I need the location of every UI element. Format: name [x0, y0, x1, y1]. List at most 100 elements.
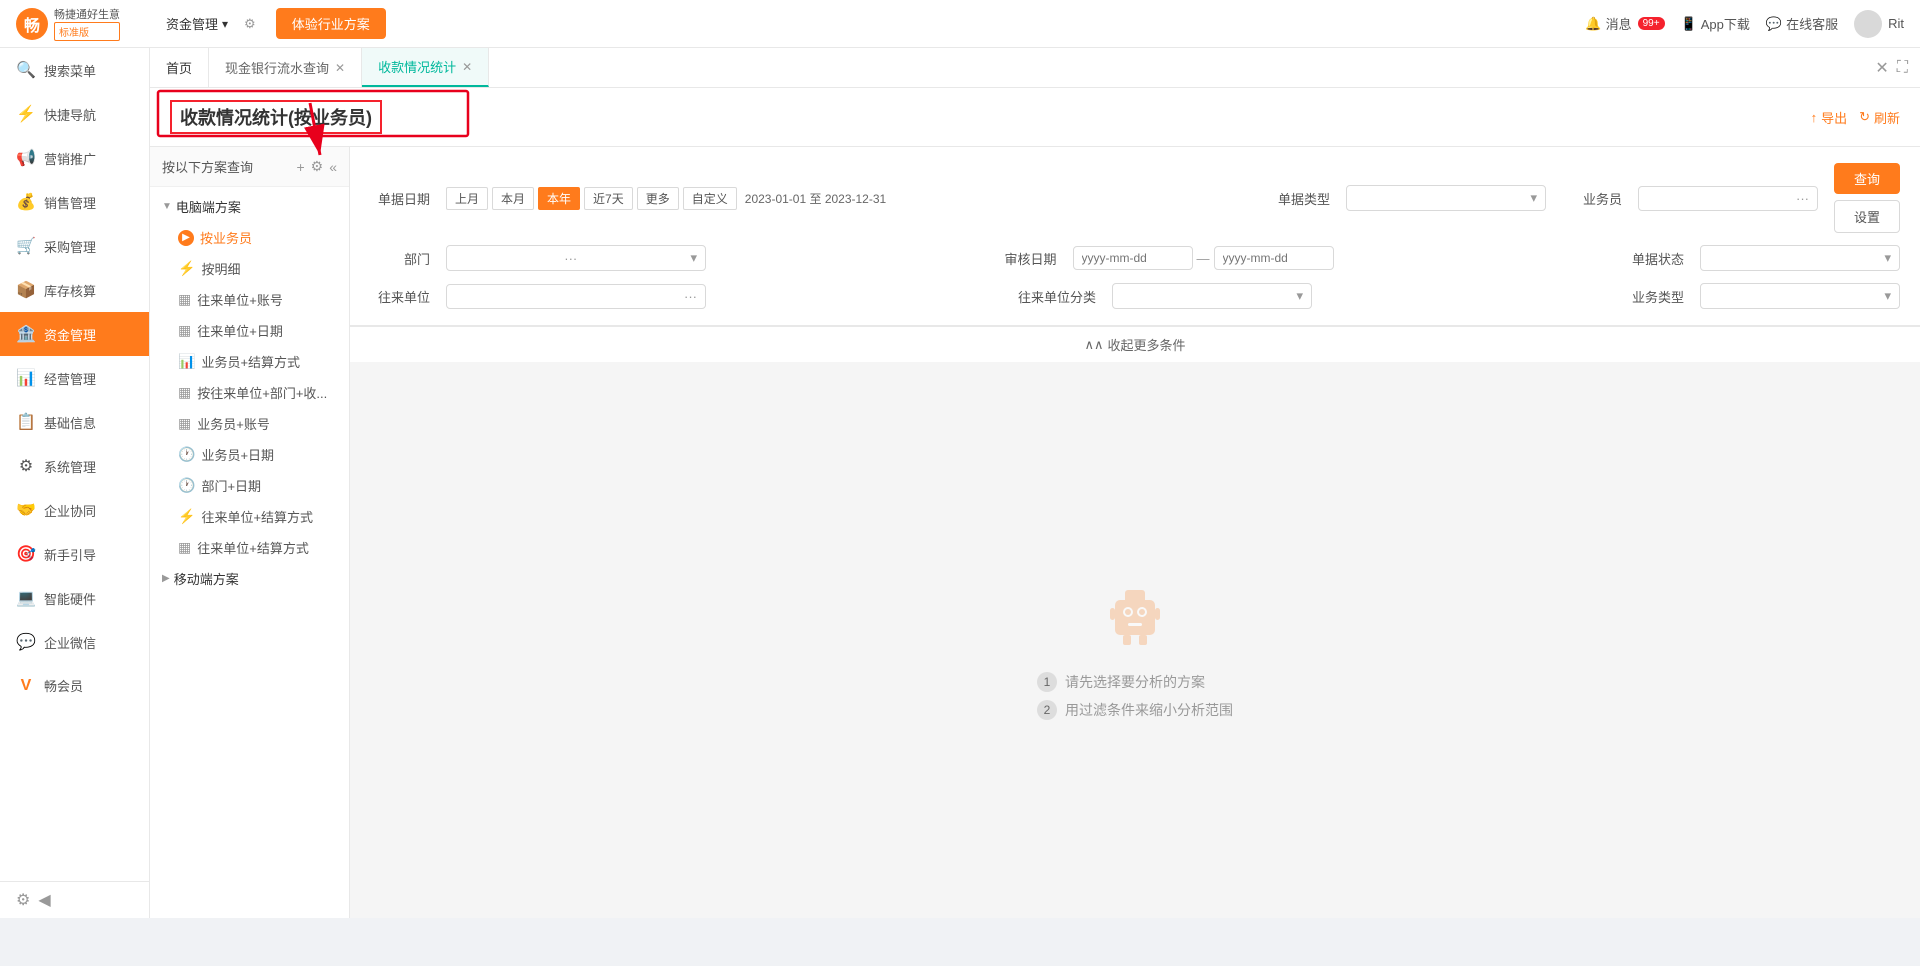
scheme-item-dept-date[interactable]: 🕐 部门+日期 [150, 470, 349, 501]
review-date-start[interactable] [1073, 246, 1193, 270]
partner-dots: ··· [684, 289, 697, 304]
collapse-more-btn[interactable]: ∧∧ 收起更多条件 [350, 326, 1920, 362]
query-button[interactable]: 查询 [1834, 163, 1900, 194]
date-btn-last-month[interactable]: 上月 [446, 187, 488, 210]
date-btn-7days[interactable]: 近7天 [584, 187, 633, 210]
operation-icon: 📊 [16, 368, 36, 388]
export-button[interactable]: ↑ 导出 [1811, 108, 1848, 127]
notification-badge: 99+ [1638, 17, 1665, 30]
scheme-add-btn[interactable]: + [296, 159, 304, 175]
sidebar-item-enterprise[interactable]: 🤝 企业协同 [0, 488, 149, 532]
partner-select[interactable]: ··· [446, 284, 706, 309]
doc-type-chevron: ▾ [1530, 190, 1537, 206]
scheme-item-partner-dept[interactable]: ▦ 按往来单位+部门+收... [150, 377, 349, 408]
header-gear-icon[interactable]: ⚙ [244, 16, 256, 32]
sidebar-item-inventory[interactable]: 📦 库存核算 [0, 268, 149, 312]
scheme-item-detail[interactable]: ⚡ 按明细 [150, 253, 349, 284]
quicknav-icon: ⚡ [16, 104, 36, 124]
scheme-item-partner-account[interactable]: ▦ 往来单位+账号 [150, 284, 349, 315]
step-2-num: 2 [1037, 700, 1057, 720]
sidebar-item-search[interactable]: 🔍 搜索菜单 [0, 48, 149, 92]
date-dash1: — [1197, 251, 1210, 266]
app-name: 畅捷通好生意 [54, 6, 120, 22]
user-avatar-area[interactable]: Rit [1854, 10, 1904, 38]
scheme-item-detail-label: 按明细 [201, 259, 240, 278]
sidebar-item-sales[interactable]: 💰 销售管理 [0, 180, 149, 224]
breadcrumb-chevron[interactable]: ▾ [222, 17, 228, 31]
dept-date-icon: 🕐 [178, 477, 195, 494]
tab-bank-close[interactable]: ✕ [335, 61, 345, 75]
tab-receipt-label: 收款情况统计 [378, 57, 456, 76]
online-service-btn[interactable]: 💬 在线客服 [1766, 14, 1838, 33]
sidebar-item-hardware[interactable]: 💻 智能硬件 [0, 576, 149, 620]
tab-close-all-icon[interactable]: ✕ [1875, 58, 1888, 78]
sidebar-settings-icon[interactable]: ⚙ [16, 890, 30, 910]
refresh-icon: ↻ [1859, 109, 1870, 125]
scheme-item-partner-date[interactable]: ▦ 往来单位+日期 [150, 315, 349, 346]
sidebar-item-capital[interactable]: 🏦 资金管理 [0, 312, 149, 356]
empty-step-1: 1 请先选择要分析的方案 [1037, 672, 1233, 692]
scheme-item-partner-settle1[interactable]: ⚡ 往来单位+结算方式 [150, 501, 349, 532]
content-area: 首页 现金银行流水查询 ✕ 收款情况统计 ✕ ✕ ⛶ 收款情况统计(按业务员) [150, 48, 1920, 918]
scheme-group-desktop[interactable]: ▼ 电脑端方案 [150, 191, 349, 222]
dept-chevron: ▾ [690, 250, 697, 266]
sidebar-item-vip[interactable]: V 畅会员 [0, 664, 149, 707]
setting-button[interactable]: 设置 [1834, 200, 1900, 233]
date-btn-this-month[interactable]: 本月 [492, 187, 534, 210]
refresh-button[interactable]: ↻ 刷新 [1859, 108, 1900, 127]
sidebar-item-guide[interactable]: 🎯 新手引导 [0, 532, 149, 576]
doc-type-select[interactable]: ▾ [1346, 185, 1546, 211]
tab-receipt[interactable]: 收款情况统计 ✕ [362, 48, 489, 87]
sidebar-item-wechat[interactable]: 💬 企业微信 [0, 620, 149, 664]
sidebar-item-quicknav[interactable]: ⚡ 快捷导航 [0, 92, 149, 136]
tab-bank[interactable]: 现金银行流水查询 ✕ [209, 48, 362, 87]
tab-receipt-close[interactable]: ✕ [462, 60, 472, 74]
tab-expand-icon[interactable]: ⛶ [1897, 59, 1908, 77]
salesperson-dots: ··· [1796, 191, 1809, 206]
tab-home[interactable]: 首页 [150, 48, 209, 87]
sidebar-item-basic[interactable]: 📋 基础信息 [0, 400, 149, 444]
sidebar-label-capital: 资金管理 [44, 325, 96, 344]
sales-icon: 💰 [16, 192, 36, 212]
sidebar-collapse-icon[interactable]: ◀ [38, 890, 50, 910]
scheme-item-salesperson-date[interactable]: 🕐 业务员+日期 [150, 439, 349, 470]
doc-status-select[interactable]: ▾ [1700, 245, 1900, 271]
sidebar-label-operation: 经营管理 [44, 369, 96, 388]
scheme-gear-btn[interactable]: ⚙ [311, 158, 324, 175]
filter-row-1: 单据日期 上月 本月 本年 近7天 更多 自定义 2023-01-01 至 20… [370, 163, 1900, 233]
dept-select[interactable]: ··· ▾ [446, 245, 706, 271]
trial-button[interactable]: 体验行业方案 [276, 8, 386, 39]
scheme-item-salesperson[interactable]: ▶ 按业务员 [150, 222, 349, 253]
enterprise-icon: 🤝 [16, 500, 36, 520]
biz-type-select[interactable]: ▾ [1700, 283, 1900, 309]
sidebar-item-marketing[interactable]: 📢 营销推广 [0, 136, 149, 180]
sidebar-item-operation[interactable]: 📊 经营管理 [0, 356, 149, 400]
date-btn-more[interactable]: 更多 [637, 187, 679, 210]
filter-row-3: 往来单位 ··· 往来单位分类 ▾ [370, 283, 1900, 309]
page-title: 收款情况统计(按业务员) [170, 100, 382, 134]
scheme-item-salesperson-account[interactable]: ▦ 业务员+账号 [150, 408, 349, 439]
biz-type-chevron: ▾ [1884, 288, 1891, 304]
doc-status-label: 单据状态 [1624, 249, 1684, 268]
salesperson-select[interactable]: ··· [1638, 186, 1818, 211]
notification-btn[interactable]: 🔔 消息 99+ [1585, 14, 1664, 33]
sidebar-label-purchase: 采购管理 [44, 237, 96, 256]
breadcrumb-main: 资金管理 [166, 14, 218, 33]
scheme-item-salesperson-date-label: 业务员+日期 [201, 445, 274, 464]
scheme-item-partner-settle1-label: 往来单位+结算方式 [201, 507, 313, 526]
doc-type-label: 单据类型 [1270, 189, 1330, 208]
review-date-end[interactable] [1214, 246, 1334, 270]
scheme-item-partner-settle2[interactable]: ▦ 往来单位+结算方式 [150, 532, 349, 563]
sidebar-item-system[interactable]: ⚙ 系统管理 [0, 444, 149, 488]
step-1-label: 请先选择要分析的方案 [1065, 672, 1205, 692]
scheme-panel: 按以下方案查询 + ⚙ « ▼ 电脑端方案 [150, 147, 350, 918]
purchase-icon: 🛒 [16, 236, 36, 256]
date-btn-this-year[interactable]: 本年 [538, 187, 580, 210]
app-download-btn[interactable]: 📱 App下载 [1681, 14, 1750, 33]
scheme-item-salesperson-settle[interactable]: 📊 业务员+结算方式 [150, 346, 349, 377]
scheme-group-mobile[interactable]: ▶ 移动端方案 [150, 563, 349, 594]
date-btn-custom[interactable]: 自定义 [683, 187, 737, 210]
scheme-collapse-btn[interactable]: « [329, 159, 337, 175]
sidebar-item-purchase[interactable]: 🛒 采购管理 [0, 224, 149, 268]
partner-class-select[interactable]: ▾ [1112, 283, 1312, 309]
